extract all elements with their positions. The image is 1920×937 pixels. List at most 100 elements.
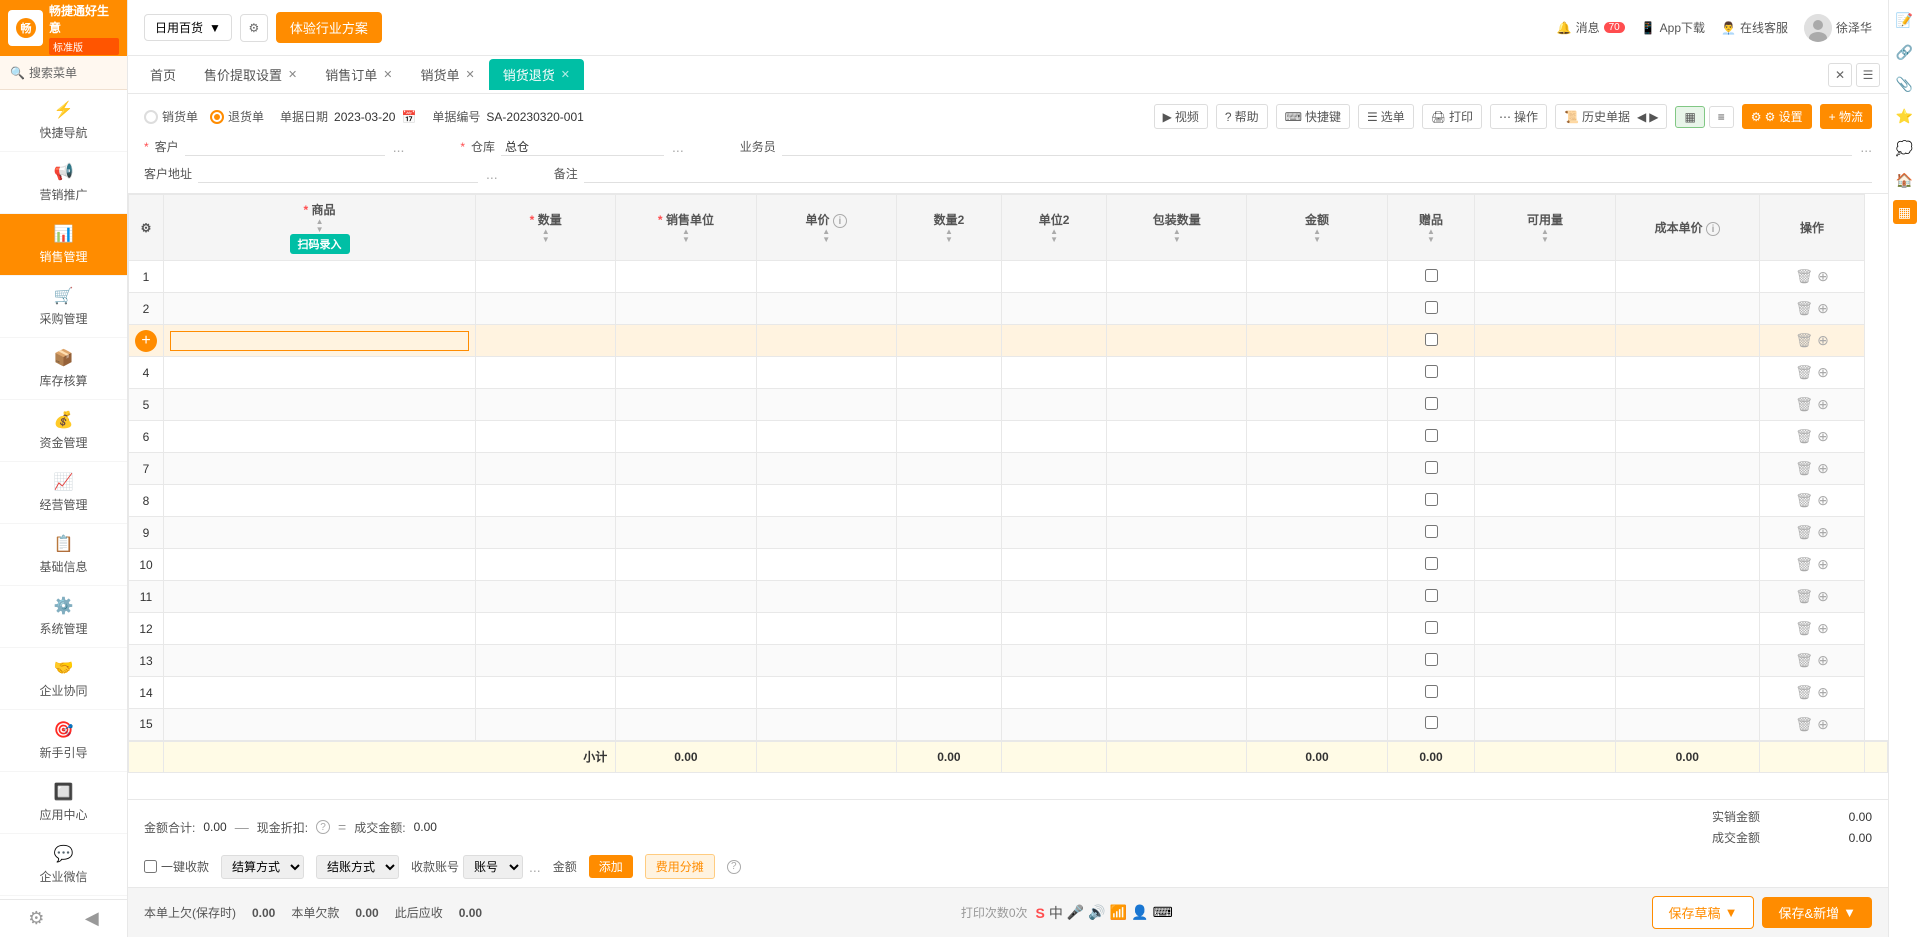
online-service-button[interactable]: 👨‍💼 在线客服 xyxy=(1721,19,1788,36)
fees-info-icon[interactable]: ? xyxy=(727,860,741,874)
close-tab-icon[interactable]: ✕ xyxy=(466,68,475,81)
amount-cell[interactable] xyxy=(1247,549,1387,581)
app-download-button[interactable]: 📱 App下载 xyxy=(1641,19,1705,36)
amount-cell[interactable] xyxy=(1247,645,1387,677)
delete-row-icon[interactable]: 🗑 xyxy=(1795,460,1813,477)
unit-price-cell[interactable] xyxy=(756,389,896,421)
quantity-cell[interactable] xyxy=(476,613,616,645)
history-orders-button[interactable]: 📜 历史单据 ◀ ▶ xyxy=(1555,104,1667,129)
address-input[interactable] xyxy=(198,164,478,183)
sale-unit-cell[interactable] xyxy=(616,709,756,741)
account-dots-button[interactable]: ... xyxy=(529,859,541,875)
available-cell[interactable] xyxy=(1475,325,1615,357)
quantity-cell[interactable] xyxy=(476,453,616,485)
nav-prev-icon[interactable]: ◀ xyxy=(1637,110,1646,124)
table-settings-icon[interactable]: ⚙ xyxy=(141,221,152,235)
quantity-cell[interactable] xyxy=(476,485,616,517)
sale-unit-cell[interactable] xyxy=(616,453,756,485)
gift-checkbox[interactable] xyxy=(1425,493,1438,506)
unit-price-cell[interactable] xyxy=(756,613,896,645)
cost-unit-price-cell[interactable] xyxy=(1615,357,1759,389)
available-cell[interactable] xyxy=(1475,389,1615,421)
amount-cell[interactable] xyxy=(1247,389,1387,421)
gift-checkbox[interactable] xyxy=(1425,365,1438,378)
pkg-quantity-cell[interactable] xyxy=(1107,549,1247,581)
copy-row-icon[interactable]: ⊕ xyxy=(1817,556,1829,573)
volume-icon[interactable]: 🔊 xyxy=(1088,904,1105,921)
keyboard-status-icon[interactable]: ⌨ xyxy=(1153,904,1173,921)
gift-cell[interactable] xyxy=(1387,261,1475,293)
sidebar-item-finance-mgmt[interactable]: 💰 资金管理 xyxy=(0,400,127,462)
trial-plan-button[interactable]: 体验行业方案 xyxy=(276,12,382,43)
warehouse-dots-button[interactable]: ... xyxy=(672,139,684,155)
select-order-button[interactable]: ☰ 选单 xyxy=(1358,104,1414,129)
delete-row-icon[interactable]: 🗑 xyxy=(1795,268,1813,285)
delete-row-icon[interactable]: 🗑 xyxy=(1795,300,1813,317)
amount-cell[interactable] xyxy=(1247,517,1387,549)
sale-unit-cell[interactable] xyxy=(616,517,756,549)
save-draft-button[interactable]: 保存草稿 ▼ xyxy=(1652,896,1755,929)
product-cell[interactable] xyxy=(164,421,476,453)
tab-home[interactable]: 首页 xyxy=(136,59,190,90)
cost-unit-price-cell[interactable] xyxy=(1615,485,1759,517)
pkg-quantity-cell[interactable] xyxy=(1107,357,1247,389)
available-cell[interactable] xyxy=(1475,709,1615,741)
right-panel-link-icon[interactable]: 🔗 xyxy=(1893,40,1917,64)
print-button[interactable]: 🖨 打印 xyxy=(1422,104,1482,129)
amount-cell[interactable] xyxy=(1247,581,1387,613)
pkg-quantity-cell[interactable] xyxy=(1107,453,1247,485)
radio-return-goods[interactable]: 退货单 xyxy=(210,108,264,125)
quantity2-cell[interactable] xyxy=(896,549,1001,581)
quantity-cell[interactable] xyxy=(476,421,616,453)
delete-row-icon[interactable]: 🗑 xyxy=(1795,684,1813,701)
address-dots-button[interactable]: ... xyxy=(486,166,498,182)
available-cell[interactable] xyxy=(1475,549,1615,581)
cost-unit-price-cell[interactable] xyxy=(1615,421,1759,453)
gift-checkbox[interactable] xyxy=(1425,685,1438,698)
sort-quantity-icon[interactable]: ▲▼ xyxy=(484,228,607,244)
customer-dots-button[interactable]: ... xyxy=(393,139,405,155)
doc-date-value[interactable]: 2023-03-20 xyxy=(334,110,395,124)
sort-gift-icon[interactable]: ▲▼ xyxy=(1396,228,1467,244)
product-cell[interactable] xyxy=(164,581,476,613)
delete-row-icon[interactable]: 🗑 xyxy=(1795,364,1813,381)
close-tab-icon[interactable]: ✕ xyxy=(561,68,570,81)
unit2-cell[interactable] xyxy=(1002,677,1107,709)
unit2-cell[interactable] xyxy=(1002,421,1107,453)
sale-unit-cell[interactable] xyxy=(616,549,756,581)
add-logistics-button[interactable]: + 物流 xyxy=(1820,104,1872,129)
pkg-quantity-cell[interactable] xyxy=(1107,389,1247,421)
copy-row-icon[interactable]: ⊕ xyxy=(1817,588,1829,605)
pkg-quantity-cell[interactable] xyxy=(1107,645,1247,677)
unit-price-cell[interactable] xyxy=(756,357,896,389)
available-cell[interactable] xyxy=(1475,453,1615,485)
gift-checkbox[interactable] xyxy=(1425,653,1438,666)
s-icon[interactable]: S xyxy=(1036,905,1045,921)
available-cell[interactable] xyxy=(1475,261,1615,293)
gift-checkbox[interactable] xyxy=(1425,621,1438,634)
list-view-button[interactable]: ≡ xyxy=(1709,106,1734,128)
table-view-button[interactable]: ▦ xyxy=(1675,106,1704,128)
product-cell[interactable] xyxy=(164,517,476,549)
sort-unit2-icon[interactable]: ▲▼ xyxy=(1010,228,1098,244)
sidebar-item-marketing[interactable]: 📢 营销推广 xyxy=(0,152,127,214)
copy-row-icon[interactable]: ⊕ xyxy=(1817,396,1829,413)
product-cell[interactable] xyxy=(164,549,476,581)
store-selector[interactable]: 日用百货 ▼ xyxy=(144,14,232,41)
quantity-cell[interactable] xyxy=(476,645,616,677)
nav-next-icon[interactable]: ▶ xyxy=(1649,110,1658,124)
sort-unit-price-icon[interactable]: ▲▼ xyxy=(765,228,888,244)
unit-price-cell[interactable] xyxy=(756,325,896,357)
cost-unit-price-cell[interactable] xyxy=(1615,261,1759,293)
zh-icon[interactable]: 中 xyxy=(1049,903,1063,923)
copy-row-icon[interactable]: ⊕ xyxy=(1817,268,1829,285)
unit2-cell[interactable] xyxy=(1002,645,1107,677)
unit-price-cell[interactable] xyxy=(756,293,896,325)
sidebar-item-inventory-calc[interactable]: 📦 库存核算 xyxy=(0,338,127,400)
tab-sale-goods[interactable]: 销货单 ✕ xyxy=(406,59,488,90)
amount-cell[interactable] xyxy=(1247,293,1387,325)
quantity2-cell[interactable] xyxy=(896,581,1001,613)
gift-cell[interactable] xyxy=(1387,325,1475,357)
available-cell[interactable] xyxy=(1475,485,1615,517)
add-payment-button[interactable]: 添加 xyxy=(589,855,633,878)
